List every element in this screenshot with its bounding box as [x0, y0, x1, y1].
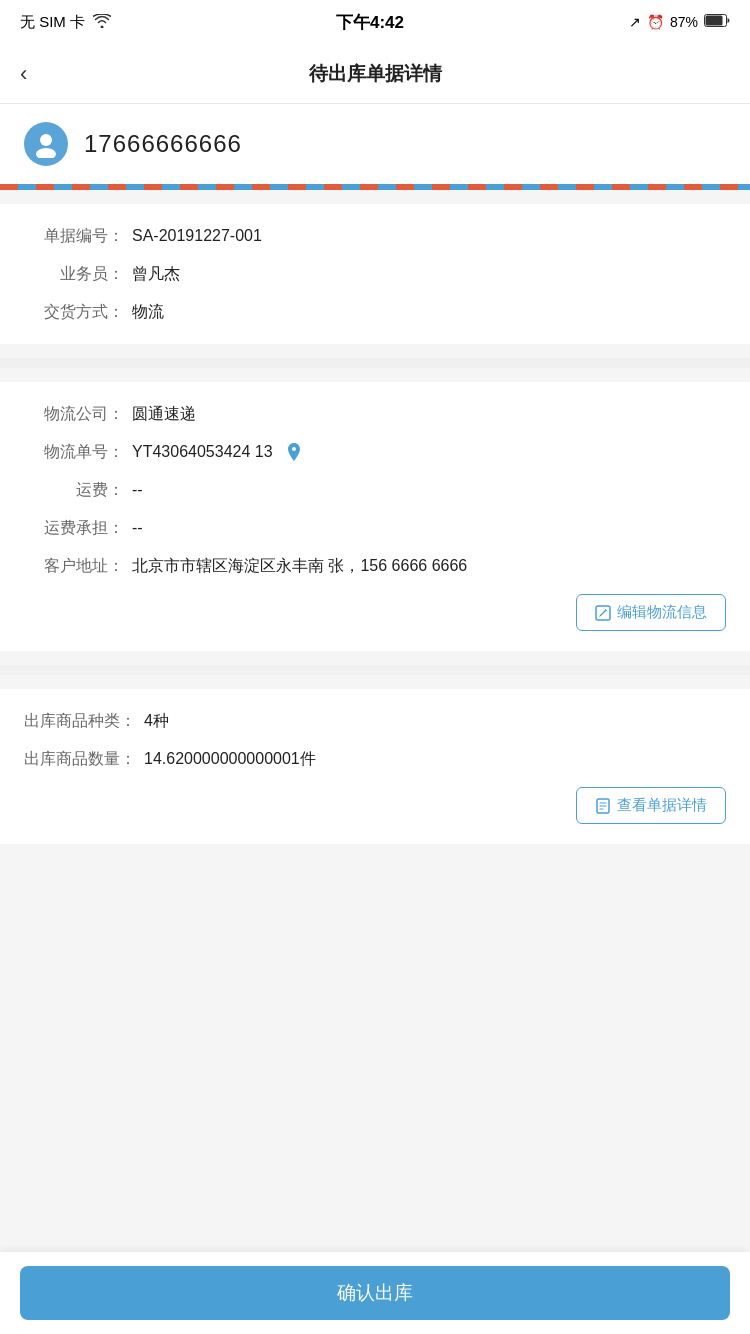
section-divider-1 — [0, 358, 750, 368]
order-no-row: 单据编号： SA-20191227-001 — [24, 224, 726, 248]
salesman-label: 业务员： — [24, 262, 124, 286]
user-header: 17666666666 — [0, 104, 750, 184]
salesman-row: 业务员： 曾凡杰 — [24, 262, 726, 286]
alarm-icon: ⏰ — [647, 14, 664, 30]
outbound-section: 出库商品种类： 4种 出库商品数量： 14.620000000000001件 查… — [0, 689, 750, 844]
freight-bearer-row: 运费承担： -- — [24, 516, 726, 540]
freight-bearer-label: 运费承担： — [24, 516, 124, 540]
salesman-value: 曾凡杰 — [132, 262, 726, 286]
section-divider-2 — [0, 665, 750, 675]
tracking-location-icon[interactable] — [283, 441, 305, 463]
nav-bar: ‹ 待出库单据详情 — [0, 44, 750, 104]
quantity-value: 14.620000000000001件 — [144, 747, 726, 771]
svg-point-2 — [40, 134, 52, 146]
edit-icon — [595, 605, 611, 621]
status-bar: 无 SIM 卡 下午4:42 ↗ ⏰ 87% — [0, 0, 750, 44]
dashed-divider — [0, 184, 750, 190]
address-label: 客户地址： — [24, 554, 124, 578]
view-detail-button[interactable]: 查看单据详情 — [576, 787, 726, 824]
basic-info-section: 单据编号： SA-20191227-001 业务员： 曾凡杰 交货方式： 物流 — [0, 204, 750, 344]
battery-level: 87% — [670, 14, 698, 30]
document-icon — [595, 798, 611, 814]
company-value: 圆通速递 — [132, 402, 726, 426]
delivery-row: 交货方式： 物流 — [24, 300, 726, 324]
company-label: 物流公司： — [24, 402, 124, 426]
address-value: 北京市市辖区海淀区永丰南 张，156 6666 6666 — [132, 554, 726, 578]
order-no-value: SA-20191227-001 — [132, 224, 726, 248]
location-status-icon: ↗ — [629, 14, 641, 30]
page-title: 待出库单据详情 — [309, 61, 442, 87]
freight-value: -- — [132, 478, 726, 502]
user-phone: 17666666666 — [84, 130, 242, 158]
quantity-row: 出库商品数量： 14.620000000000001件 — [24, 747, 726, 771]
order-no-label: 单据编号： — [24, 224, 124, 248]
sim-status: 无 SIM 卡 — [20, 13, 85, 32]
freight-label: 运费： — [24, 478, 124, 502]
delivery-label: 交货方式： — [24, 300, 124, 324]
freight-row: 运费： -- — [24, 478, 726, 502]
back-button[interactable]: ‹ — [20, 61, 27, 87]
status-time: 下午4:42 — [336, 11, 404, 34]
type-label: 出库商品种类： — [24, 709, 136, 733]
edit-logistics-btn-wrapper: 编辑物流信息 — [24, 594, 726, 631]
svg-rect-1 — [705, 16, 722, 26]
logistics-section: 物流公司： 圆通速递 物流单号： YT43064053424 13 运费： --… — [0, 382, 750, 651]
edit-logistics-button[interactable]: 编辑物流信息 — [576, 594, 726, 631]
type-value: 4种 — [144, 709, 726, 733]
quantity-label: 出库商品数量： — [24, 747, 136, 771]
company-row: 物流公司： 圆通速递 — [24, 402, 726, 426]
tracking-value: YT43064053424 13 — [132, 440, 726, 464]
tracking-label: 物流单号： — [24, 440, 124, 464]
freight-bearer-value: -- — [132, 516, 726, 540]
status-left: 无 SIM 卡 — [20, 13, 111, 32]
svg-point-3 — [36, 148, 56, 158]
bottom-space — [0, 858, 750, 958]
address-row: 客户地址： 北京市市辖区海淀区永丰南 张，156 6666 6666 — [24, 554, 726, 578]
delivery-value: 物流 — [132, 300, 726, 324]
wifi-icon — [93, 14, 111, 31]
tracking-row: 物流单号： YT43064053424 13 — [24, 440, 726, 464]
view-detail-btn-wrapper: 查看单据详情 — [24, 787, 726, 824]
type-row: 出库商品种类： 4种 — [24, 709, 726, 733]
battery-icon — [704, 14, 730, 30]
confirm-outbound-button[interactable]: 确认出库 — [20, 1266, 730, 1320]
avatar — [24, 122, 68, 166]
confirm-btn-wrapper: 确认出库 — [0, 1252, 750, 1334]
status-right: ↗ ⏰ 87% — [629, 14, 730, 30]
